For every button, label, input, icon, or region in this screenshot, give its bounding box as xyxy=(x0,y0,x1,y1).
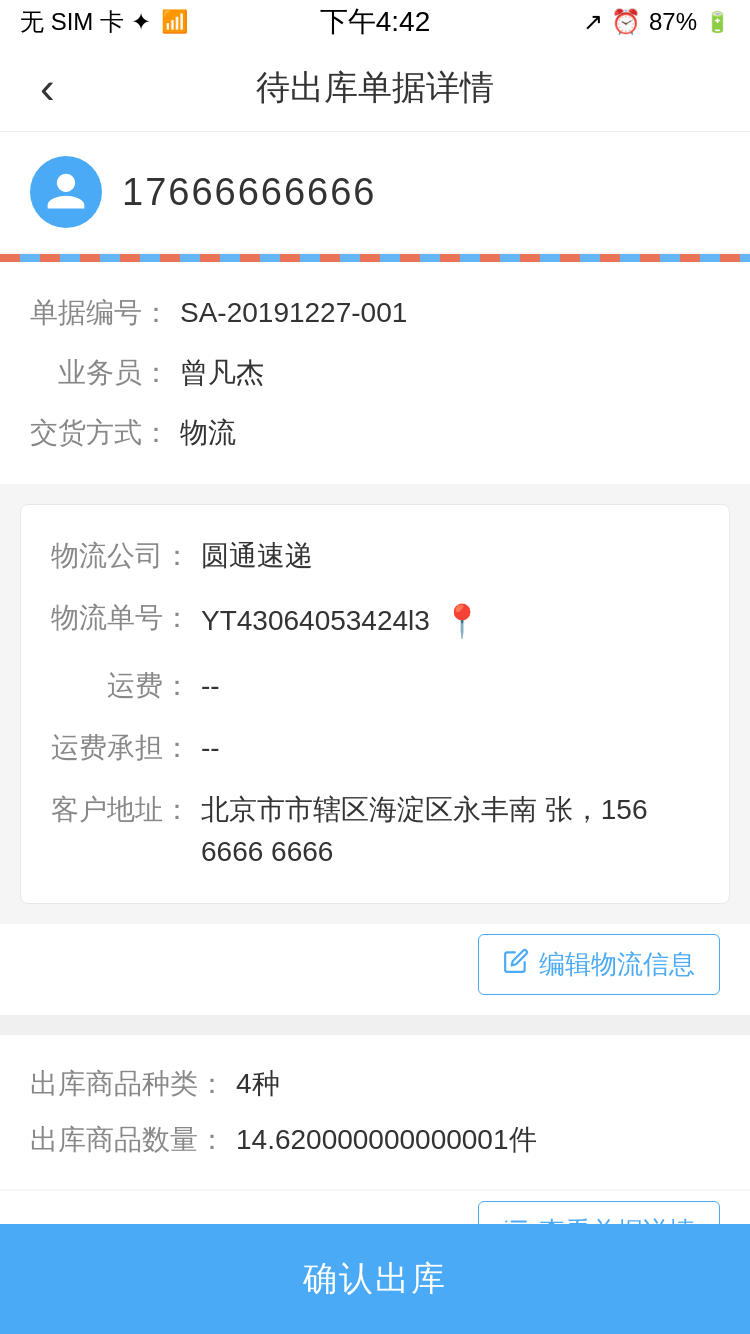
edit-btn-row: 编辑物流信息 xyxy=(0,924,750,1015)
delivery-method-label: 交货方式： xyxy=(30,412,180,454)
back-button[interactable]: ‹ xyxy=(30,53,65,123)
address-label: 客户地址： xyxy=(51,789,201,831)
status-bar: 无 SIM 卡 ✦ 📶 下午4:42 ↗ ⏰ 87% 🔋 xyxy=(0,0,750,44)
status-left: 无 SIM 卡 ✦ 📶 xyxy=(20,6,188,38)
document-number-label: 单据编号： xyxy=(30,292,180,334)
basic-info-section: 单据编号： SA-20191227-001 业务员： 曾凡杰 交货方式： 物流 xyxy=(0,262,750,484)
edit-icon xyxy=(503,948,529,981)
salesperson-value: 曾凡杰 xyxy=(180,352,720,394)
salesperson-row: 业务员： 曾凡杰 xyxy=(30,352,720,394)
delivery-method-row: 交货方式： 物流 xyxy=(30,412,720,454)
alarm-icon: ⏰ xyxy=(611,8,641,36)
freight-bearer-value: -- xyxy=(201,727,699,769)
logistics-company-value: 圆通速递 xyxy=(201,535,699,577)
edit-btn-label: 编辑物流信息 xyxy=(539,947,695,982)
freight-row: 运费： -- xyxy=(51,665,699,707)
location-icon: ↗ xyxy=(583,8,603,36)
customer-card: 17666666666 xyxy=(0,132,750,252)
separator-1 xyxy=(0,1015,750,1035)
freight-bearer-label: 运费承担： xyxy=(51,727,201,769)
delivery-method-value: 物流 xyxy=(180,412,720,454)
battery-level: 87% xyxy=(649,8,697,36)
goods-quantity-label: 出库商品数量： xyxy=(30,1121,236,1159)
status-right: ↗ ⏰ 87% 🔋 xyxy=(583,8,730,36)
goods-quantity-value: 14.620000000000001件 xyxy=(236,1121,537,1159)
logistics-card: 物流公司： 圆通速递 物流单号： YT43064053424l3 📍 运费： -… xyxy=(20,504,730,904)
page-title: 待出库单据详情 xyxy=(256,65,494,111)
freight-bearer-row: 运费承担： -- xyxy=(51,727,699,769)
freight-value: -- xyxy=(201,665,699,707)
logistics-company-label: 物流公司： xyxy=(51,535,201,577)
status-time: 下午4:42 xyxy=(320,3,431,41)
freight-label: 运费： xyxy=(51,665,201,707)
goods-type-label: 出库商品种类： xyxy=(30,1065,236,1103)
wifi-icon: 📶 xyxy=(161,9,188,35)
logistics-company-row: 物流公司： 圆通速递 xyxy=(51,535,699,577)
user-icon xyxy=(44,170,88,214)
tracking-number-label: 物流单号： xyxy=(51,597,201,639)
edit-logistics-button[interactable]: 编辑物流信息 xyxy=(478,934,720,995)
tracking-number-row: 物流单号： YT43064053424l3 📍 xyxy=(51,597,699,645)
address-value: 北京市市辖区海淀区永丰南 张，156 6666 6666 xyxy=(201,789,699,873)
confirm-button-label: 确认出库 xyxy=(303,1256,447,1302)
address-row: 客户地址： 北京市市辖区海淀区永丰南 张，156 6666 6666 xyxy=(51,789,699,873)
salesperson-label: 业务员： xyxy=(30,352,180,394)
goods-quantity-row: 出库商品数量： 14.620000000000001件 xyxy=(30,1121,720,1159)
document-number-value: SA-20191227-001 xyxy=(180,292,720,334)
goods-type-row: 出库商品种类： 4种 xyxy=(30,1065,720,1103)
goods-section: 出库商品种类： 4种 出库商品数量： 14.620000000000001件 xyxy=(0,1035,750,1189)
tracking-number-value: YT43064053424l3 📍 xyxy=(201,597,699,645)
document-number-row: 单据编号： SA-20191227-001 xyxy=(30,292,720,334)
location-pin-icon[interactable]: 📍 xyxy=(442,597,482,645)
goods-type-value: 4种 xyxy=(236,1065,280,1103)
avatar xyxy=(30,156,102,228)
customer-phone: 17666666666 xyxy=(122,171,376,214)
confirm-bar[interactable]: 确认出库 xyxy=(0,1224,750,1334)
nav-bar: ‹ 待出库单据详情 xyxy=(0,44,750,132)
battery-icon: 🔋 xyxy=(705,10,730,34)
sim-label: 无 SIM 卡 ✦ xyxy=(20,6,151,38)
tracking-number-text: YT43064053424l3 xyxy=(201,600,430,642)
decorative-line xyxy=(0,254,750,262)
